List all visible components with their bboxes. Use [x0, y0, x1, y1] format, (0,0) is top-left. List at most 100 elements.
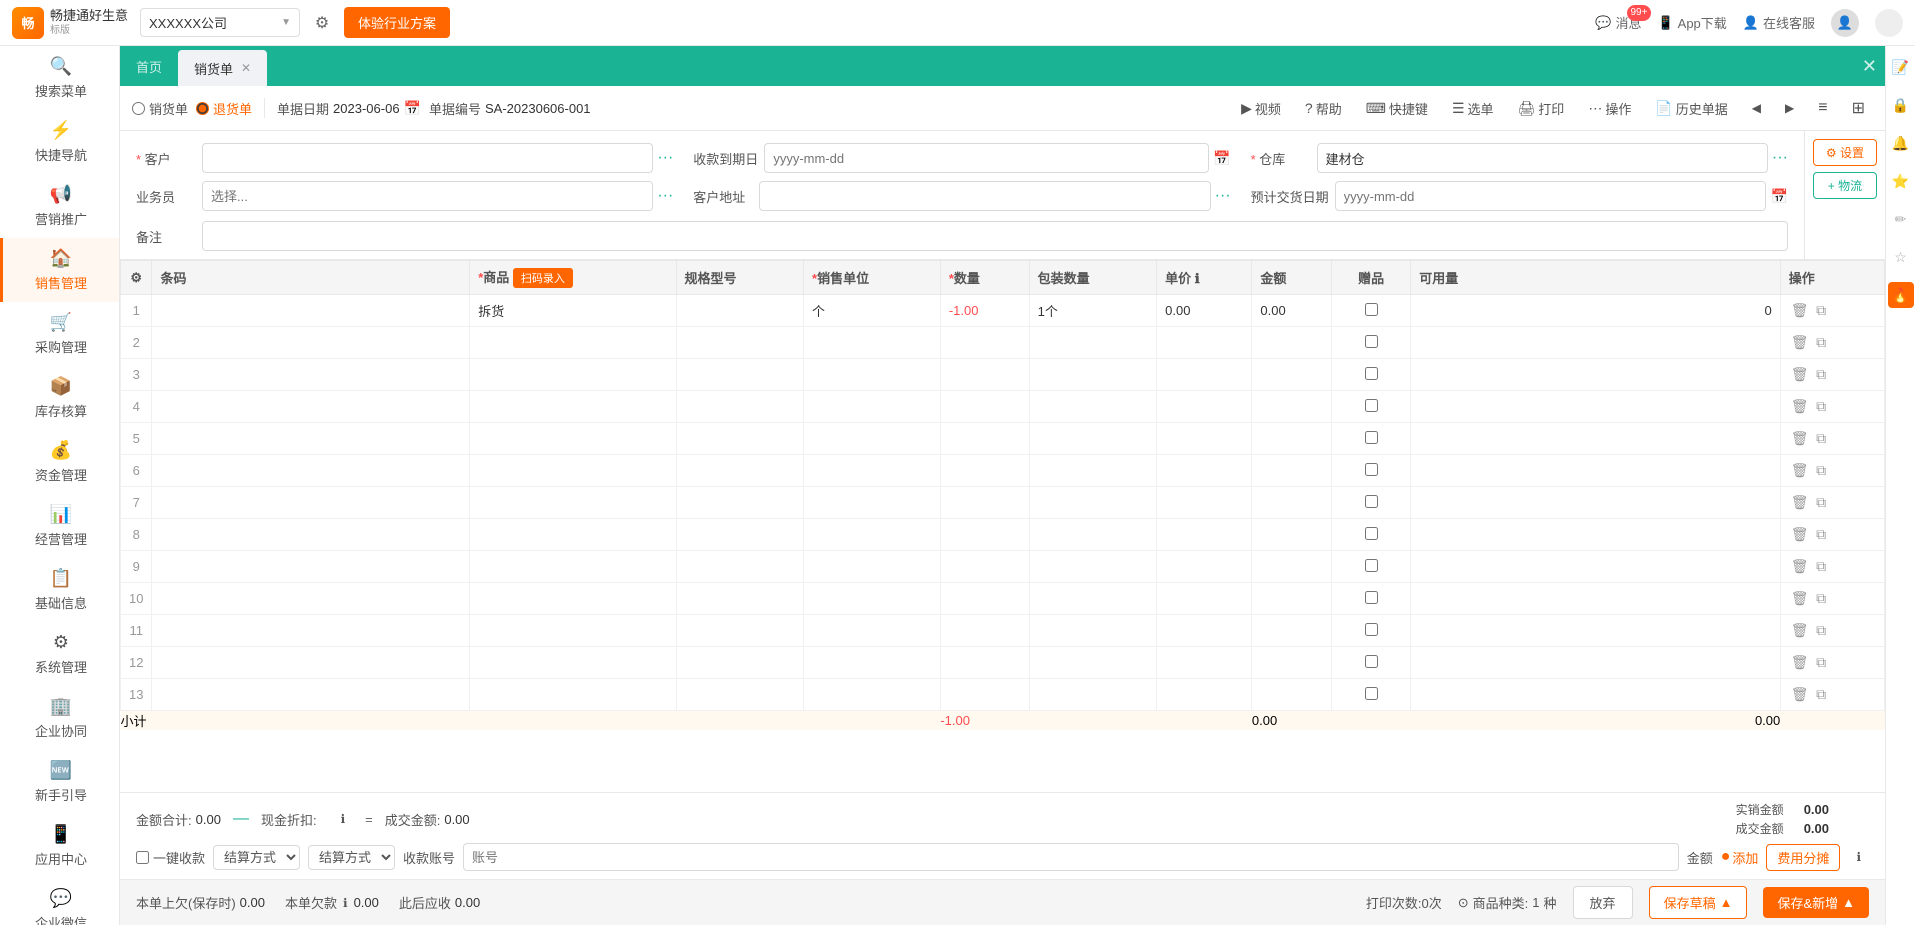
row-delete-button[interactable]: 🗑: [1789, 526, 1811, 543]
cell-product[interactable]: [470, 551, 676, 583]
sidebar-item-operations[interactable]: 📊 经营管理: [0, 494, 119, 558]
cell-barcode[interactable]: [152, 647, 470, 679]
fee-help-button[interactable]: ℹ: [1848, 846, 1869, 868]
customer-dots-button[interactable]: ···: [657, 149, 673, 167]
cell-price[interactable]: [1157, 423, 1252, 455]
online-service-button[interactable]: 👤 在线客服: [1743, 13, 1815, 32]
row-delete-button[interactable]: 🗑: [1789, 334, 1811, 351]
row-copy-button[interactable]: ⧉: [1814, 366, 1828, 383]
customer-input[interactable]: [202, 143, 653, 173]
row-copy-button[interactable]: ⧉: [1814, 494, 1828, 511]
sidebar-item-finance[interactable]: 💰 资金管理: [0, 430, 119, 494]
list-view-button[interactable]: ≡: [1810, 95, 1835, 121]
cell-barcode[interactable]: [152, 295, 470, 327]
sidebar-item-quick-nav[interactable]: ⚡ 快捷导航: [0, 110, 119, 174]
row-copy-button[interactable]: ⧉: [1814, 526, 1828, 543]
cell-price[interactable]: [1157, 519, 1252, 551]
cell-price[interactable]: 0.00: [1157, 295, 1252, 327]
cell-product[interactable]: [470, 327, 676, 359]
cell-qty[interactable]: [940, 391, 1029, 423]
payment-method-select2[interactable]: 结算方式: [308, 845, 395, 870]
cell-product[interactable]: [470, 679, 676, 711]
cell-qty[interactable]: [940, 327, 1029, 359]
settings-icon[interactable]: ⚙: [308, 9, 336, 37]
cell-qty[interactable]: [940, 487, 1029, 519]
row-copy-button[interactable]: ⧉: [1814, 430, 1828, 447]
save-new-button[interactable]: 保存&新增 ▲: [1763, 887, 1869, 918]
row-copy-button[interactable]: ⧉: [1814, 398, 1828, 415]
cell-spec[interactable]: [676, 647, 803, 679]
row-copy-button[interactable]: ⧉: [1814, 654, 1828, 671]
cell-barcode[interactable]: [152, 519, 470, 551]
sidebar-item-purchase[interactable]: 🛒 采购管理: [0, 302, 119, 366]
sidebar-item-guide[interactable]: 🆕 新手引导: [0, 750, 119, 814]
right-panel-star-icon[interactable]: ⭐: [1888, 168, 1914, 194]
shortcut-button[interactable]: ⌨ 快捷键: [1358, 95, 1436, 122]
row-copy-button[interactable]: ⧉: [1814, 334, 1828, 351]
account-input[interactable]: [463, 843, 1679, 871]
customer-address-input[interactable]: [759, 181, 1210, 211]
payment-due-calendar-button[interactable]: 📅: [1213, 150, 1230, 167]
delivery-calendar-button[interactable]: 📅: [1770, 188, 1787, 205]
right-panel-lock-icon[interactable]: 🔒: [1888, 92, 1914, 118]
cell-product[interactable]: [470, 391, 676, 423]
cell-product[interactable]: [470, 423, 676, 455]
logistics-button[interactable]: + 物流: [1813, 172, 1877, 199]
sidebar-item-apps[interactable]: 📱 应用中心: [0, 814, 119, 878]
next-button[interactable]: ▶: [1777, 97, 1802, 119]
cell-spec[interactable]: [676, 615, 803, 647]
add-payment-button[interactable]: ● 添加: [1721, 848, 1759, 867]
cell-product[interactable]: 拆货: [470, 295, 676, 327]
cell-qty[interactable]: -1.00: [940, 295, 1029, 327]
right-panel-notes-icon[interactable]: 📝: [1888, 54, 1914, 80]
sidebar-item-search[interactable]: 🔍 搜索菜单: [0, 46, 119, 110]
row-delete-button[interactable]: 🗑: [1789, 398, 1811, 415]
row-delete-button[interactable]: 🗑: [1789, 590, 1811, 607]
cell-barcode[interactable]: [152, 551, 470, 583]
cell-gift[interactable]: [1331, 551, 1410, 583]
row-copy-button[interactable]: ⧉: [1814, 590, 1828, 607]
grid-view-button[interactable]: ⊞: [1844, 94, 1873, 122]
tab-sales-order[interactable]: 销货单 ✕: [178, 50, 267, 86]
total-due-help[interactable]: ℹ: [341, 896, 350, 910]
cell-gift[interactable]: [1331, 327, 1410, 359]
address-dots-button[interactable]: ···: [1215, 187, 1231, 205]
company-selector[interactable]: XXXXXX公司 ▼: [140, 8, 300, 37]
right-panel-hot-icon[interactable]: 🔥: [1888, 282, 1914, 308]
cell-gift[interactable]: [1331, 295, 1410, 327]
discard-button[interactable]: 放弃: [1573, 886, 1633, 919]
row-delete-button[interactable]: 🗑: [1789, 622, 1811, 639]
cell-spec[interactable]: [676, 423, 803, 455]
cell-barcode[interactable]: [152, 615, 470, 647]
cell-barcode[interactable]: [152, 423, 470, 455]
row-copy-button[interactable]: ⧉: [1814, 302, 1828, 319]
cell-gift[interactable]: [1331, 519, 1410, 551]
sidebar-item-enterprise[interactable]: 🏢 企业协同: [0, 686, 119, 750]
one-click-payment-checkbox[interactable]: 一键收款: [136, 848, 205, 867]
col-settings[interactable]: ⚙: [121, 261, 152, 295]
cell-gift[interactable]: [1331, 647, 1410, 679]
cell-qty[interactable]: [940, 359, 1029, 391]
row-copy-button[interactable]: ⧉: [1814, 558, 1828, 575]
radio-sales[interactable]: 销货单: [132, 99, 188, 118]
history-button[interactable]: 📄 历史单据: [1647, 95, 1735, 122]
cell-gift[interactable]: [1331, 615, 1410, 647]
cell-product[interactable]: [470, 487, 676, 519]
salesperson-input[interactable]: [202, 181, 653, 211]
right-panel-edit-icon[interactable]: ✏: [1888, 206, 1914, 232]
cell-spec[interactable]: [676, 391, 803, 423]
payment-method-select[interactable]: 结算方式: [213, 845, 300, 870]
cell-barcode[interactable]: [152, 455, 470, 487]
notes-input[interactable]: [202, 221, 1788, 251]
cell-barcode[interactable]: [152, 391, 470, 423]
cell-price[interactable]: [1157, 359, 1252, 391]
cell-qty[interactable]: [940, 551, 1029, 583]
cell-qty[interactable]: [940, 679, 1029, 711]
cell-spec[interactable]: [676, 551, 803, 583]
row-delete-button[interactable]: 🗑: [1789, 558, 1811, 575]
operation-button[interactable]: ⋯ 操作: [1580, 95, 1639, 122]
cell-spec[interactable]: [676, 295, 803, 327]
cell-product[interactable]: [470, 583, 676, 615]
select-button[interactable]: ☰ 选单: [1444, 95, 1502, 122]
radio-return[interactable]: 退货单: [196, 99, 252, 118]
